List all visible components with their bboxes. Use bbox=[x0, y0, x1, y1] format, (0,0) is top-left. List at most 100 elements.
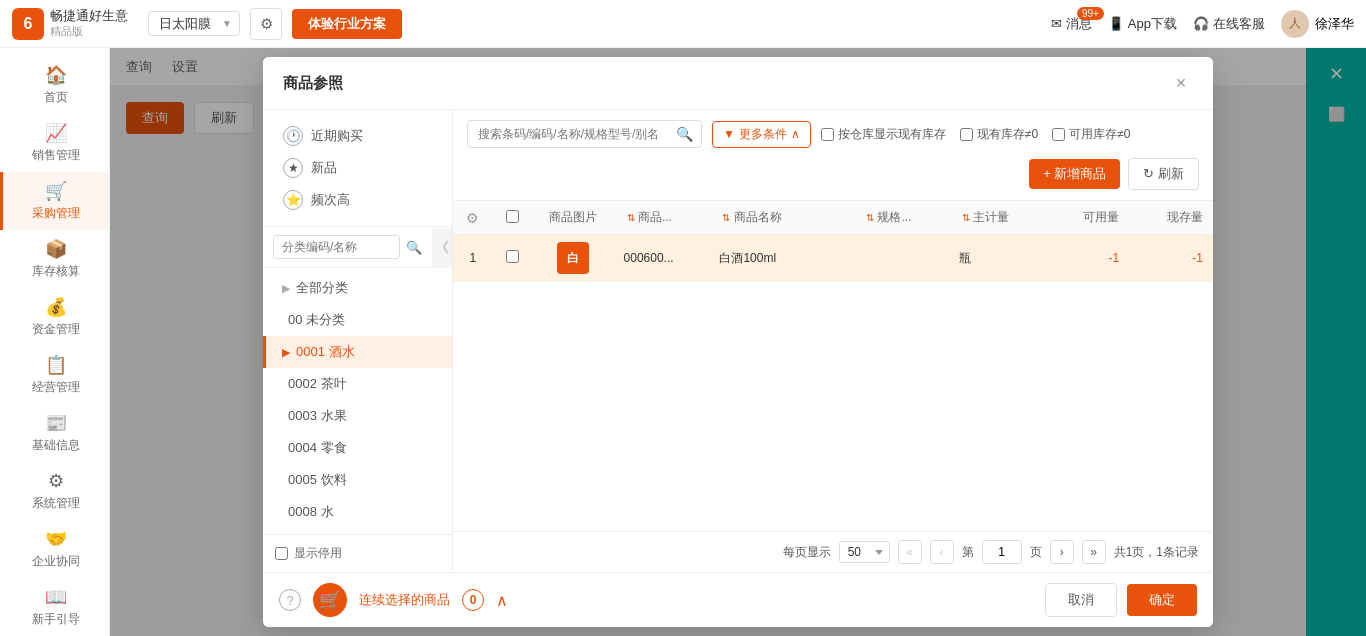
modal-left-panel: 🕐 近期购买 ★ 新品 ⭐ 频次高 bbox=[263, 110, 453, 572]
collapse-panel-button[interactable]: 《 bbox=[432, 228, 452, 268]
show-disabled-checkbox[interactable] bbox=[275, 547, 288, 560]
sidebar-label-purchase: 采购管理 bbox=[32, 205, 80, 222]
sidebar-item-purchase[interactable]: 🛒 采购管理 bbox=[0, 172, 109, 230]
quick-filter-new[interactable]: ★ 新品 bbox=[275, 152, 440, 184]
pagination-prev-button[interactable]: ‹ bbox=[930, 540, 954, 564]
page-input[interactable] bbox=[982, 540, 1022, 564]
sidebar-item-inventory[interactable]: 📦 库存核算 bbox=[0, 230, 109, 288]
avail-ne0-checkbox[interactable] bbox=[1052, 128, 1065, 141]
warehouse-filter-label[interactable]: 按仓库显示现有库存 bbox=[821, 126, 946, 143]
refresh-button[interactable]: ↻ 刷新 bbox=[1128, 158, 1199, 190]
warehouse-filter-checkbox[interactable] bbox=[821, 128, 834, 141]
sidebar-label-home: 首页 bbox=[44, 89, 68, 106]
product-search-box: 🔍 bbox=[467, 120, 702, 148]
sidebar-item-basics[interactable]: 📰 基础信息 bbox=[0, 404, 109, 462]
product-search-input[interactable] bbox=[468, 122, 668, 146]
trial-button[interactable]: 体验行业方案 bbox=[292, 9, 402, 39]
cat-item-00[interactable]: 00 未分类 bbox=[263, 304, 452, 336]
sidebar-item-operations[interactable]: 📋 经营管理 bbox=[0, 346, 109, 404]
col-code-label: 商品... bbox=[638, 210, 672, 224]
cancel-button[interactable]: 取消 bbox=[1045, 583, 1117, 617]
modal-right-panel: 🔍 ▼ 更多条件 ∧ 按仓库显示现有库存 bbox=[453, 110, 1213, 572]
sidebar-item-collab[interactable]: 🤝 企业协同 bbox=[0, 520, 109, 578]
sidebar-item-home[interactable]: 🏠 首页 bbox=[0, 56, 109, 114]
stock-ne0-checkbox[interactable] bbox=[960, 128, 973, 141]
cat-item-0005[interactable]: 0005 饮料 bbox=[263, 464, 452, 496]
col-header-stock[interactable]: 现存量 bbox=[1129, 201, 1213, 235]
app-download-link[interactable]: 📱 App下载 bbox=[1108, 15, 1177, 33]
cat-item-all[interactable]: ▶ 全部分类 bbox=[263, 272, 452, 304]
cat-item-0003[interactable]: 0003 水果 bbox=[263, 400, 452, 432]
sidebar-item-system[interactable]: ⚙ 系统管理 bbox=[0, 462, 109, 520]
row-checkbox[interactable] bbox=[506, 250, 519, 263]
category-search-row: 🔍 《 bbox=[263, 227, 452, 268]
modal-footer: ? 🛒 连续选择的商品 0 ∧ 取消 确定 bbox=[263, 572, 1213, 627]
confirm-button[interactable]: 确定 bbox=[1127, 584, 1197, 616]
col-img-label: 商品图片 bbox=[549, 210, 597, 224]
quick-filter-frequent[interactable]: ⭐ 频次高 bbox=[275, 184, 440, 216]
sort-icon-name: ⇅ bbox=[722, 212, 730, 223]
add-product-button[interactable]: + 新增商品 bbox=[1029, 159, 1120, 189]
sidebar-item-guide[interactable]: 📖 新手引导 bbox=[0, 578, 109, 636]
main-layout: 🏠 首页 📈 销售管理 🛒 采购管理 📦 库存核算 💰 资金管理 📋 经营管理 … bbox=[0, 48, 1366, 636]
operations-icon: 📋 bbox=[45, 354, 67, 376]
cat-item-0001[interactable]: ▶ 0001 酒水 bbox=[263, 336, 452, 368]
cat-item-0004[interactable]: 0004 零食 bbox=[263, 432, 452, 464]
page-label: 第 bbox=[962, 544, 974, 561]
online-service-link[interactable]: 🎧 在线客服 bbox=[1193, 15, 1265, 33]
col-header-code[interactable]: ⇅ 商品... bbox=[614, 201, 710, 235]
collab-icon: 🤝 bbox=[45, 528, 67, 550]
username-label: 徐泽华 bbox=[1315, 15, 1354, 33]
checkbox-filters: 按仓库显示现有库存 现有库存≠0 可用库存≠0 bbox=[821, 126, 1131, 143]
quick-filter-recent-label: 近期购买 bbox=[311, 127, 363, 145]
col-header-avail[interactable]: 可用量 bbox=[1033, 201, 1129, 235]
new-icon: ★ bbox=[283, 158, 303, 178]
cat-item-0008[interactable]: 0008 水 bbox=[263, 496, 452, 528]
product-search-button[interactable]: 🔍 bbox=[668, 121, 701, 147]
branch-selector[interactable]: 日太阳膜 bbox=[148, 11, 240, 36]
quick-filters: 🕐 近期购买 ★ 新品 ⭐ 频次高 bbox=[263, 110, 452, 227]
cat-label-0001: 0001 酒水 bbox=[296, 343, 355, 361]
pagination-last-button[interactable]: » bbox=[1082, 540, 1106, 564]
category-list: ▶ 全部分类 00 未分类 ▶ 0001 酒水 bbox=[263, 268, 452, 534]
cart-button[interactable]: 🛒 bbox=[313, 583, 347, 617]
col-header-spec[interactable]: ⇅ 规格... bbox=[853, 201, 949, 235]
per-page-select[interactable]: 50 10 20 100 bbox=[839, 541, 890, 563]
category-search-input[interactable] bbox=[273, 235, 400, 259]
settings-icon[interactable]: ⚙ bbox=[250, 8, 282, 40]
purchase-icon: 🛒 bbox=[45, 180, 67, 202]
modal-overlay: 商品参照 × 🕐 近期购买 ★ bbox=[110, 48, 1366, 636]
modal-close-button[interactable]: × bbox=[1169, 71, 1193, 95]
cat-label-0008: 0008 水 bbox=[288, 503, 334, 521]
stock-ne0-filter-label[interactable]: 现有库存≠0 bbox=[960, 126, 1038, 143]
select-all-checkbox[interactable] bbox=[506, 210, 519, 223]
branch-selector-wrap[interactable]: 日太阳膜 bbox=[148, 11, 240, 36]
quick-filter-recent[interactable]: 🕐 近期购买 bbox=[275, 120, 440, 152]
cat-arrow-all: ▶ bbox=[282, 282, 290, 295]
avail-ne0-filter-label[interactable]: 可用库存≠0 bbox=[1052, 126, 1130, 143]
pagination-next-button[interactable]: › bbox=[1050, 540, 1074, 564]
help-icon[interactable]: ? bbox=[279, 589, 301, 611]
app-download-label: App下载 bbox=[1128, 15, 1177, 33]
table-settings-icon[interactable]: ⚙ bbox=[466, 210, 479, 226]
category-search-icon[interactable]: 🔍 bbox=[406, 240, 422, 255]
stock-ne0-text: 现有库存≠0 bbox=[977, 126, 1038, 143]
footer-collapse-icon[interactable]: ∧ bbox=[496, 591, 508, 610]
filter-more-button[interactable]: ▼ 更多条件 ∧ bbox=[712, 121, 811, 148]
product-modal: 商品参照 × 🕐 近期购买 ★ bbox=[263, 57, 1213, 627]
sidebar-item-finance[interactable]: 💰 资金管理 bbox=[0, 288, 109, 346]
row-code: 000600... bbox=[614, 235, 710, 282]
col-stock-label: 现存量 bbox=[1167, 210, 1203, 224]
warehouse-filter-text: 按仓库显示现有库存 bbox=[838, 126, 946, 143]
col-header-unit[interactable]: ⇅ 主计量 bbox=[949, 201, 1033, 235]
table-row[interactable]: 1 白 000600... 白酒100ml bbox=[453, 235, 1213, 282]
cat-item-0002[interactable]: 0002 茶叶 bbox=[263, 368, 452, 400]
app-edition: 精品版 bbox=[50, 24, 128, 39]
app-name: 畅捷通好生意 bbox=[50, 8, 128, 24]
modal-body: 🕐 近期购买 ★ 新品 ⭐ 频次高 bbox=[263, 110, 1213, 572]
sidebar-item-sales[interactable]: 📈 销售管理 bbox=[0, 114, 109, 172]
pagination-first-button[interactable]: « bbox=[898, 540, 922, 564]
user-avatar-area[interactable]: 人 徐泽华 bbox=[1281, 10, 1354, 38]
message-link[interactable]: ✉ 消息 99+ bbox=[1051, 15, 1092, 33]
col-header-name[interactable]: ⇅ 商品名称 bbox=[709, 201, 853, 235]
